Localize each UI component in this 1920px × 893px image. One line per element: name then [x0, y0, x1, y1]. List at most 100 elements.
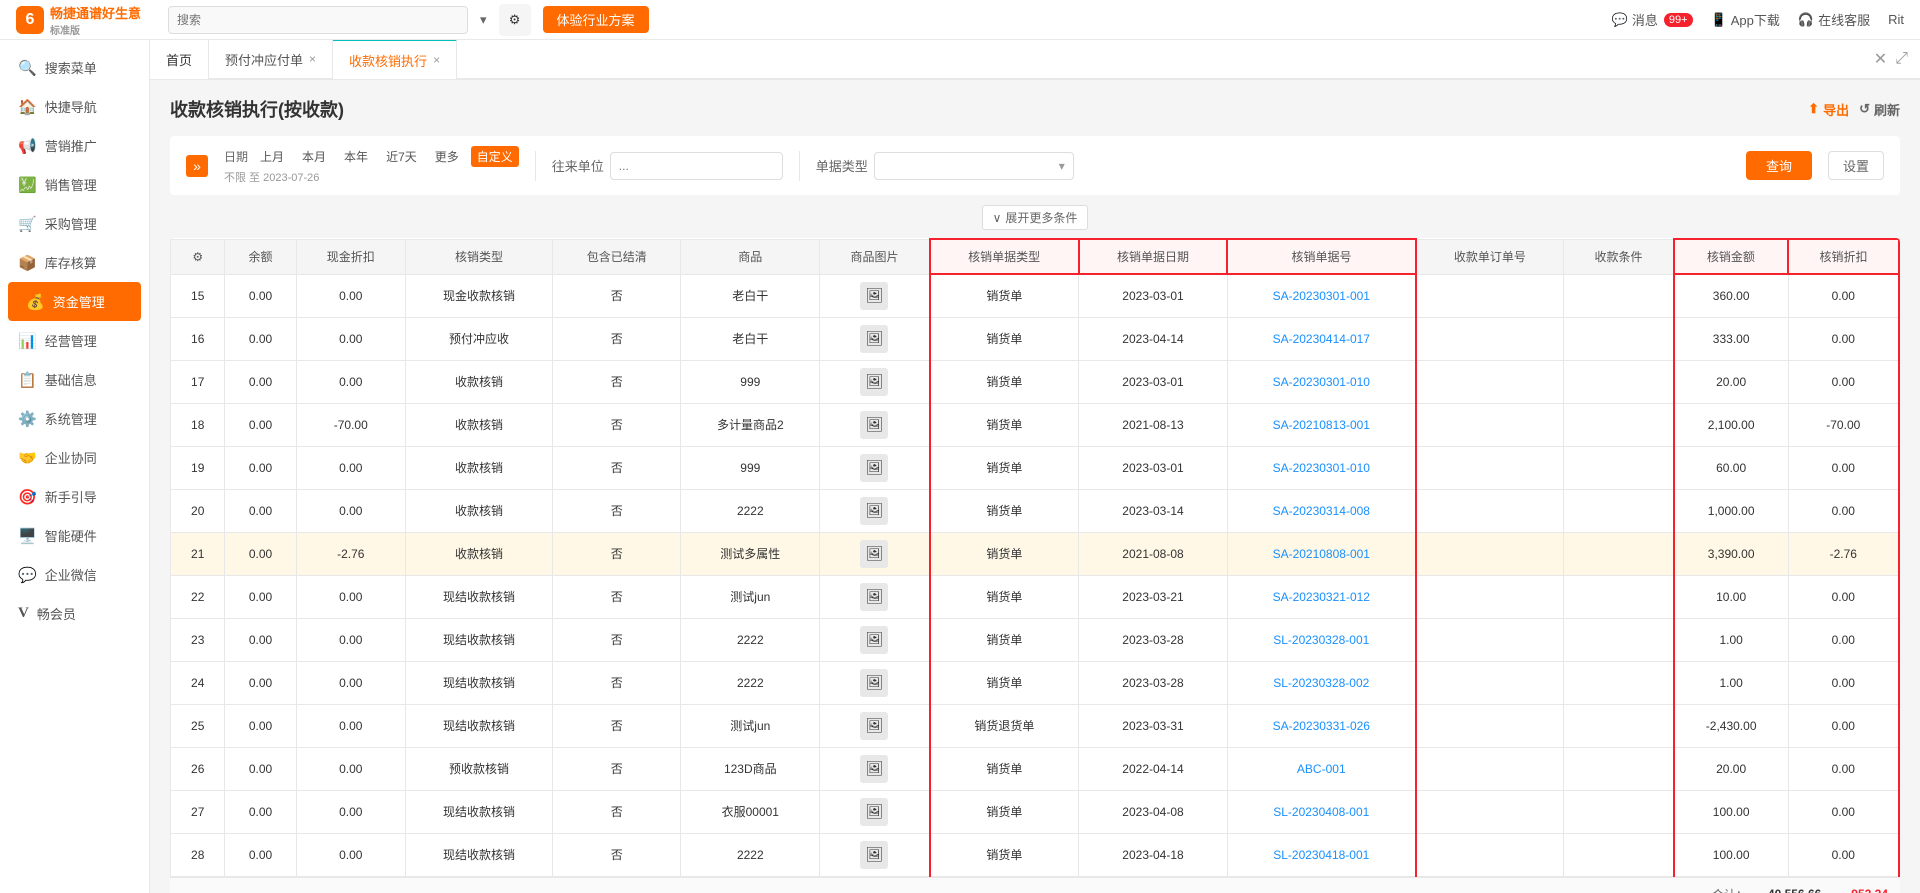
sidebar-item-management[interactable]: 📊 经营管理 [0, 321, 149, 360]
setting-btn[interactable]: 设置 [1828, 151, 1884, 180]
tab-close-prepayment[interactable]: × [309, 52, 316, 66]
tab-bar: 首页 预付冲应付单 × 收款核销执行 × ✕ ⤢ [150, 40, 1920, 80]
product-name: 测试jun [681, 575, 820, 618]
messages-btn[interactable]: 💬 消息 99+ [1612, 10, 1693, 29]
filter-expand-btn[interactable]: » [186, 155, 208, 177]
doc-no-link[interactable]: SA-20230331-026 [1273, 719, 1370, 733]
doc-no-link[interactable]: ABC-001 [1297, 762, 1346, 776]
export-btn[interactable]: ⬆ 导出 [1808, 100, 1849, 119]
row-num: 20 [171, 489, 225, 532]
doc-no-link[interactable]: SL-20230328-002 [1273, 676, 1369, 690]
tab-close-receipt[interactable]: × [433, 53, 440, 67]
doc-no-link[interactable]: SA-20210813-001 [1273, 418, 1370, 432]
date-tab-more[interactable]: 更多 [429, 146, 465, 167]
table-row: 16 0.00 0.00 预付冲应收 否 老白干 🖼 销货单 2023-04-1… [171, 317, 1900, 360]
col-gear: ⚙ [171, 239, 225, 274]
balance: 0.00 [225, 833, 296, 876]
wo-doc-no: SA-20230301-001 [1227, 274, 1415, 317]
product-name: 2222 [681, 661, 820, 704]
sidebar-item-hardware[interactable]: 🖥️ 智能硬件 [0, 516, 149, 555]
sidebar-item-guide[interactable]: 🎯 新手引导 [0, 477, 149, 516]
query-btn[interactable]: 查询 [1746, 151, 1812, 180]
sidebar-item-wechat[interactable]: 💬 企业微信 [0, 555, 149, 594]
receipt-order-no [1416, 403, 1564, 446]
wo-discount: 0.00 [1788, 618, 1899, 661]
receipt-condition [1564, 489, 1674, 532]
filter-doc-type: 单据类型 ▾ [816, 152, 1074, 180]
date-tab-thisyear[interactable]: 本年 [338, 146, 374, 167]
product-name: 测试jun [681, 704, 820, 747]
sidebar-item-purchase[interactable]: 🛒 采购管理 [0, 204, 149, 243]
maximize-tab-action[interactable]: ⤢ [1895, 50, 1908, 68]
doc-no-link[interactable]: SA-20230314-008 [1273, 504, 1370, 518]
doc-no-link[interactable]: SL-20230328-001 [1273, 633, 1369, 647]
app-download-btn[interactable]: 📱 App下载 [1711, 10, 1780, 29]
dropdown-toggle[interactable]: ▾ [480, 12, 487, 28]
refresh-btn[interactable]: ↺ 刷新 [1859, 100, 1900, 119]
product-name: 老白干 [681, 274, 820, 317]
partner-input[interactable] [610, 152, 783, 180]
wo-doc-no: SA-20230301-010 [1227, 446, 1415, 489]
date-tab-custom[interactable]: 自定义 [471, 146, 519, 167]
wo-doc-type: 销货单 [930, 489, 1079, 532]
write-off-type: 现结收款核销 [405, 618, 552, 661]
col-wo-discount: 核销折扣 [1788, 239, 1899, 274]
wo-doc-date: 2023-03-01 [1079, 446, 1228, 489]
sidebar-item-inventory[interactable]: 📦 库存核算 [0, 243, 149, 282]
doc-no-link[interactable]: SA-20230301-010 [1273, 461, 1370, 475]
wo-discount: 0.00 [1788, 747, 1899, 790]
date-tab-lastmonth[interactable]: 上月 [254, 146, 290, 167]
table-header-row: ⚙ 余额 现金折扣 核销类型 包含已结清 商品 商品图片 核销单据类型 核销单据… [171, 239, 1900, 274]
search-input[interactable] [168, 6, 468, 34]
doc-no-link[interactable]: SA-20230321-012 [1273, 590, 1370, 604]
receipt-order-no [1416, 833, 1564, 876]
close-tab-action[interactable]: ✕ [1874, 49, 1887, 69]
sidebar-item-nav[interactable]: 🏠 快捷导航 [0, 87, 149, 126]
wo-doc-type: 销货单 [930, 446, 1079, 489]
sidebar-item-member[interactable]: V 畅会员 [0, 594, 149, 633]
doc-no-link[interactable]: SA-20230301-001 [1273, 289, 1370, 303]
receipt-order-no [1416, 747, 1564, 790]
write-off-type: 收款核销 [405, 403, 552, 446]
user-avatar[interactable]: Rit [1888, 12, 1904, 27]
product-name: 老白干 [681, 317, 820, 360]
include-settled: 否 [553, 618, 681, 661]
industry-btn[interactable]: 体验行业方案 [543, 6, 649, 33]
hardware-icon: 🖥️ [18, 527, 37, 545]
settings-icon[interactable]: ⚙ [499, 4, 531, 36]
wo-doc-date: 2023-04-08 [1079, 790, 1228, 833]
wo-doc-type: 销货单 [930, 274, 1079, 317]
search-icon: 🔍 [18, 59, 37, 77]
doc-no-link[interactable]: SL-20230418-001 [1273, 848, 1369, 862]
doc-type-select[interactable]: ▾ [874, 152, 1074, 180]
tab-prepayment[interactable]: 预付冲应付单 × [209, 40, 333, 79]
doc-no-link[interactable]: SA-20230301-010 [1273, 375, 1370, 389]
doc-no-link[interactable]: SA-20210808-001 [1273, 547, 1370, 561]
wo-doc-date: 2023-03-01 [1079, 360, 1228, 403]
expand-more-btn[interactable]: ∨ 展开更多条件 [982, 205, 1089, 230]
tab-receipt-writeoff[interactable]: 收款核销执行 × [333, 40, 457, 79]
cash-discount: 0.00 [296, 704, 405, 747]
online-service-btn[interactable]: 🎧 在线客服 [1798, 10, 1870, 29]
sidebar-item-basic-info[interactable]: 📋 基础信息 [0, 360, 149, 399]
table-row: 23 0.00 0.00 现结收款核销 否 2222 🖼 销货单 2023-03… [171, 618, 1900, 661]
wo-doc-type: 销货单 [930, 747, 1079, 790]
sidebar-item-sales[interactable]: 💹 销售管理 [0, 165, 149, 204]
sidebar-item-search[interactable]: 🔍 搜索菜单 [0, 48, 149, 87]
cash-discount: 0.00 [296, 833, 405, 876]
doc-no-link[interactable]: SL-20230408-001 [1273, 805, 1369, 819]
tab-home[interactable]: 首页 [150, 40, 209, 79]
include-settled: 否 [553, 661, 681, 704]
sidebar-item-finance[interactable]: 💰 资金管理 [8, 282, 141, 321]
sidebar-item-system[interactable]: ⚙️ 系统管理 [0, 399, 149, 438]
sidebar-item-marketing[interactable]: 📢 营销推广 [0, 126, 149, 165]
data-table: ⚙ 余额 现金折扣 核销类型 包含已结清 商品 商品图片 核销单据类型 核销单据… [170, 238, 1900, 877]
col-include-settled: 包含已结清 [553, 239, 681, 274]
receipt-order-no [1416, 618, 1564, 661]
date-tab-7days[interactable]: 近7天 [380, 146, 423, 167]
sidebar-item-collaboration[interactable]: 🤝 企业协同 [0, 438, 149, 477]
doc-no-link[interactable]: SA-20230414-017 [1273, 332, 1370, 346]
wo-doc-no: SA-20230314-008 [1227, 489, 1415, 532]
date-tab-thismonth[interactable]: 本月 [296, 146, 332, 167]
wo-amount: 10.00 [1674, 575, 1788, 618]
